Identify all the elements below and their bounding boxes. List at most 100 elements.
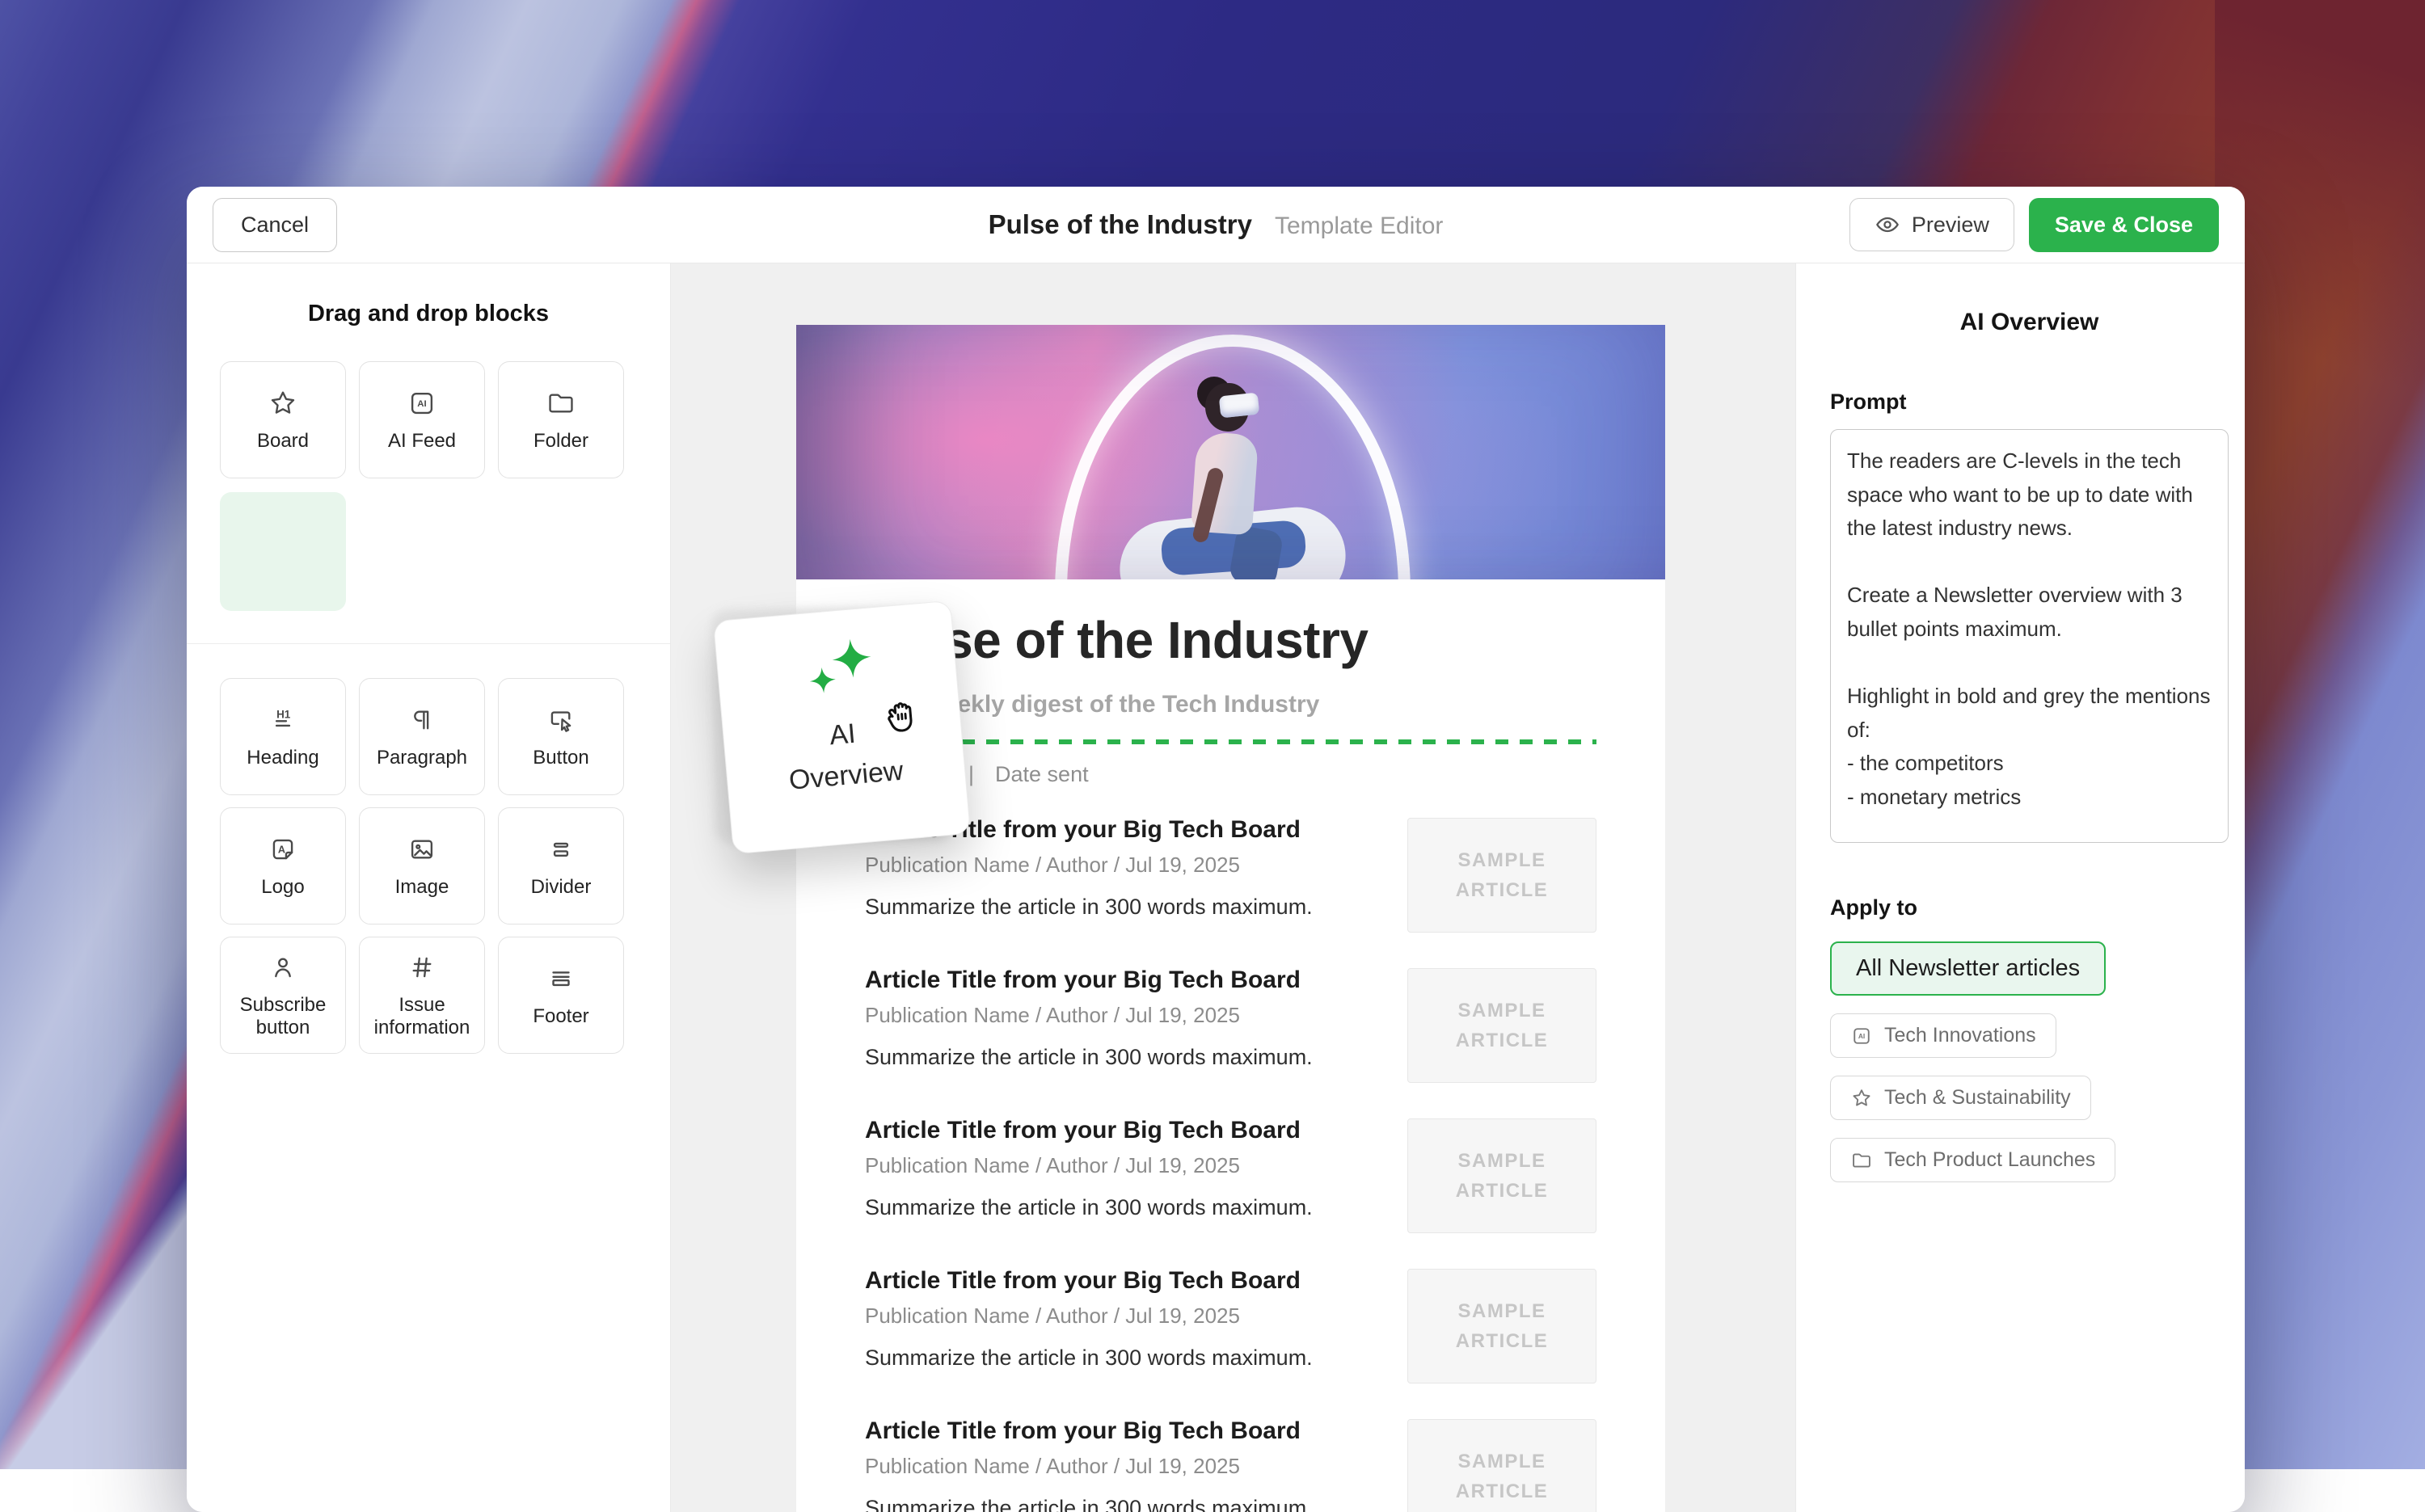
article-row: Article Title from your Big Tech Board P… (865, 816, 1596, 934)
block-heading[interactable]: H1 Heading (220, 678, 346, 795)
block-label: Folder (527, 430, 595, 453)
person-icon (268, 952, 298, 983)
block-label: Paragraph (370, 747, 474, 769)
block-label: Board (251, 430, 315, 453)
block-issue-information[interactable]: Issue information (359, 937, 485, 1054)
template-editor-modal: Cancel Pulse of the Industry Template Ed… (187, 187, 2245, 1512)
prompt-label: Prompt (1830, 390, 2229, 415)
article-meta: Publication Name / Author / Jul 19, 2025 (865, 1153, 1354, 1178)
sample-article-badge: SAMPLE ARTICLE (1407, 968, 1596, 1083)
article-row: Article Title from your Big Tech Board P… (865, 1417, 1596, 1512)
article-meta: Publication Name / Author / Jul 19, 2025 (865, 853, 1354, 878)
newsletter-subtitle: Your weekly digest of the Tech Industry (865, 691, 1596, 718)
article-list: Article Title from your Big Tech Board P… (865, 816, 1596, 1512)
svg-text:AI: AI (1858, 1032, 1865, 1040)
block-button[interactable]: Button (498, 678, 624, 795)
hash-icon (407, 952, 437, 983)
apply-option-label: All Newsletter articles (1856, 955, 2080, 982)
blocks-sidebar: Drag and drop blocks Board AI AI Feed Fo… (187, 263, 671, 1512)
block-logo[interactable]: A Logo (220, 807, 346, 924)
cursor-click-icon (546, 705, 576, 735)
prompt-textarea[interactable]: The readers are C-levels in the tech spa… (1830, 429, 2229, 843)
hero-image (796, 325, 1665, 579)
apply-option-label: Tech & Sustainability (1884, 1086, 2071, 1110)
pilcrow-icon (407, 705, 437, 735)
cancel-button[interactable]: Cancel (213, 198, 337, 252)
sparkles-icon (800, 637, 883, 705)
star-icon (1850, 1087, 1873, 1110)
ai-overview-drag-card[interactable]: AI Overview (713, 600, 971, 855)
block-board[interactable]: Board (220, 361, 346, 478)
block-label: Footer (526, 1005, 595, 1028)
modal-header: Cancel Pulse of the Industry Template Ed… (187, 187, 2245, 263)
apply-option-label: Tech Innovations (1884, 1024, 2036, 1047)
sample-article-badge: SAMPLE ARTICLE (1407, 818, 1596, 933)
apply-option-tech-sustainability[interactable]: Tech & Sustainability (1830, 1076, 2091, 1120)
page-subtitle: Template Editor (1275, 213, 1443, 240)
article-meta: Publication Name / Author / Jul 19, 2025 (865, 1304, 1354, 1329)
block-subscribe-button[interactable]: Subscribe button (220, 937, 346, 1054)
block-footer[interactable]: Footer (498, 937, 624, 1054)
block-label: Issue information (360, 994, 484, 1038)
sample-article-badge: SAMPLE ARTICLE (1407, 1269, 1596, 1384)
article-summary: Summarize the article in 300 words maxim… (865, 895, 1354, 920)
apply-option-tech-product-launches[interactable]: Tech Product Launches (1830, 1138, 2115, 1182)
image-icon (407, 834, 437, 865)
block-divider[interactable]: Divider (498, 807, 624, 924)
block-paragraph[interactable]: Paragraph (359, 678, 485, 795)
drag-card-label: AI Overview (723, 704, 966, 807)
svg-text:A: A (278, 844, 285, 855)
article-row: Article Title from your Big Tech Board P… (865, 1117, 1596, 1235)
sample-article-badge: SAMPLE ARTICLE (1407, 1118, 1596, 1233)
date-sent-label: Date sent (995, 762, 1089, 786)
apply-option-tech-innovations[interactable]: AI Tech Innovations (1830, 1013, 2056, 1058)
apply-to-label: Apply to (1830, 895, 2229, 920)
grabbing-hand-cursor-icon (877, 694, 926, 743)
svg-text:AI: AI (417, 399, 426, 409)
green-dashed-divider (865, 739, 1596, 744)
block-image[interactable]: Image (359, 807, 485, 924)
article-row: Article Title from your Big Tech Board P… (865, 1267, 1596, 1385)
footer-icon (546, 963, 576, 994)
apply-to-options: All Newsletter articles AI Tech Innovati… (1830, 941, 2229, 1182)
star-icon (268, 388, 298, 419)
article-summary: Summarize the article in 300 words maxim… (865, 1045, 1354, 1070)
editor-canvas: Pulse of the Industry Your weekly digest… (671, 263, 1795, 1512)
article-summary: Summarize the article in 300 words maxim… (865, 1195, 1354, 1220)
heading-icon: H1 (268, 705, 298, 735)
newsletter-title: Pulse of the Industry (865, 610, 1596, 670)
block-label: Subscribe button (221, 994, 345, 1038)
article-meta: Publication Name / Author / Jul 19, 2025 (865, 1454, 1354, 1479)
block-label: Heading (240, 747, 325, 769)
divider-icon (546, 834, 576, 865)
block-label: Divider (525, 876, 598, 899)
block-ai-feed[interactable]: AI AI Feed (359, 361, 485, 478)
save-close-button[interactable]: Save & Close (2029, 198, 2219, 252)
page-title: Pulse of the Industry (989, 209, 1252, 240)
article-summary: Summarize the article in 300 words maxim… (865, 1496, 1354, 1512)
article-title: Article Title from your Big Tech Board (865, 1117, 1354, 1144)
logo-icon: A (268, 834, 298, 865)
article-summary: Summarize the article in 300 words maxim… (865, 1346, 1354, 1371)
eye-icon (1875, 212, 1900, 238)
folder-icon (1850, 1149, 1873, 1172)
ai-overview-panel: AI Overview Prompt The readers are C-lev… (1795, 263, 2245, 1512)
article-title: Article Title from your Big Tech Board (865, 1267, 1354, 1295)
block-label: Logo (255, 876, 310, 899)
apply-option-all-newsletter-articles[interactable]: All Newsletter articles (1830, 941, 2106, 996)
block-label: Image (389, 876, 456, 899)
apply-option-label: Tech Product Launches (1884, 1148, 2095, 1172)
panel-title: AI Overview (1830, 309, 2229, 336)
ai-overview-drag-source-slot (220, 492, 346, 611)
wallpaper-maroon-band (2215, 0, 2425, 453)
article-row: Article Title from your Big Tech Board P… (865, 967, 1596, 1085)
sidebar-title: Drag and drop blocks (187, 301, 670, 327)
block-folder[interactable]: Folder (498, 361, 624, 478)
hero-shading (796, 325, 1665, 579)
preview-button[interactable]: Preview (1849, 198, 2014, 251)
source-blocks-grid: Board AI AI Feed Folder (220, 361, 637, 478)
ai-badge-icon: AI (1850, 1025, 1873, 1047)
sidebar-divider (187, 643, 670, 644)
date-separator: | (968, 762, 974, 786)
preview-label: Preview (1912, 213, 1989, 238)
